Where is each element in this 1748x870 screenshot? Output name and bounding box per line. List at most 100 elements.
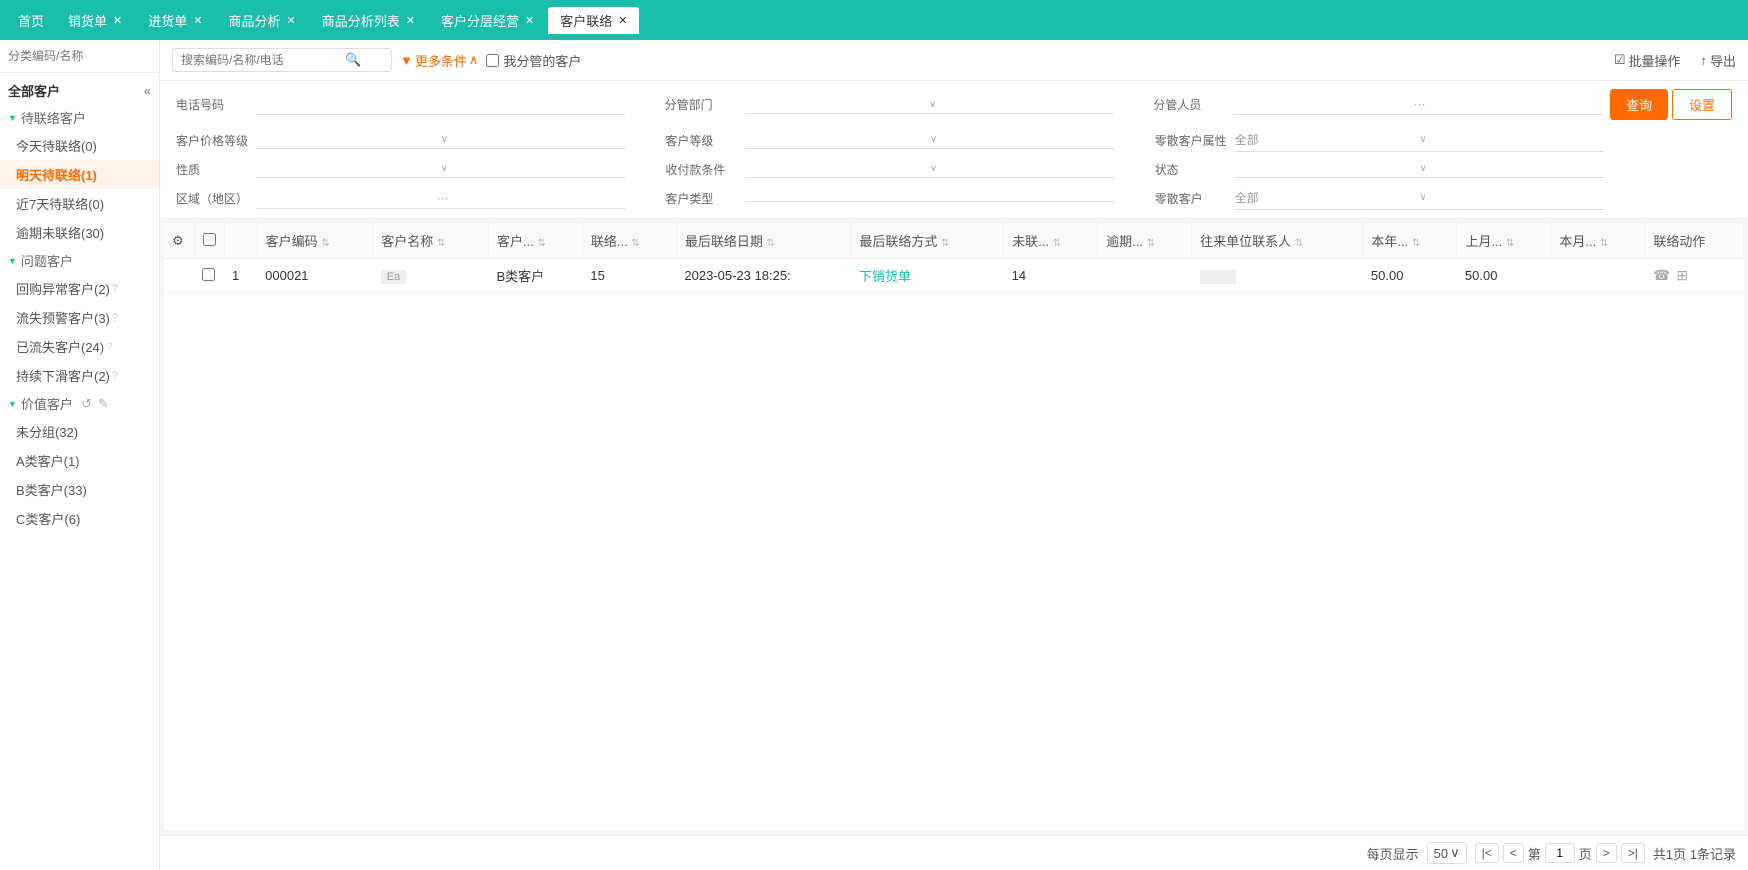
help-icon-repurchase[interactable]: ? <box>112 283 118 295</box>
col-name[interactable]: 客户名称 ⇅ <box>373 223 489 259</box>
select-all-checkbox[interactable] <box>203 233 216 246</box>
more-conditions-btn[interactable]: ▼ 更多条件 ∧ <box>400 51 478 70</box>
nav-tab-customer-contact[interactable]: 客户联络 ✕ <box>548 7 639 34</box>
help-icon-churned[interactable]: ? <box>106 341 112 353</box>
filter-status-select[interactable]: ∨ <box>1235 160 1604 178</box>
filter-retail-attr-select[interactable]: 全部 ∨ <box>1235 128 1604 152</box>
next-page-btn[interactable]: > <box>1596 843 1617 863</box>
close-tab-analysis-icon[interactable]: ✕ <box>287 14 296 27</box>
cell-checkbox[interactable] <box>194 259 224 293</box>
sidebar-group-value[interactable]: 价值客户 ↺ ✎ <box>0 390 159 417</box>
cell-contacts <box>1192 259 1363 293</box>
col-this-year[interactable]: 本年... ⇅ <box>1363 223 1457 259</box>
filter-dept-select[interactable]: ∨ <box>745 96 1114 114</box>
action-phone-icon[interactable]: ☎ <box>1653 267 1670 284</box>
batch-op-btn[interactable]: ☑ 批量操作 <box>1614 51 1681 70</box>
sidebar-item-churned[interactable]: 已流失客户(24) ? <box>0 332 159 361</box>
col-code[interactable]: 客户编码 ⇅ <box>257 223 373 259</box>
data-table: ⚙ 客户编码 ⇅ 客户名称 ⇅ 客户... ⇅ 联络... ⇅ 最后联络日期 ⇅… <box>164 223 1744 293</box>
sidebar-item-tomorrow[interactable]: 明天待联络(1) <box>0 160 159 189</box>
my-customers-checkbox[interactable] <box>486 54 499 67</box>
top-navigation: 首页 销货单 ✕ 进货单 ✕ 商品分析 ✕ 商品分析列表 ✕ 客户分层经营 ✕ … <box>0 0 1748 40</box>
col-settings[interactable]: ⚙ <box>164 223 194 259</box>
sidebar-item-declining[interactable]: 持续下滑客户(2) ? <box>0 361 159 390</box>
chevron-down-icon2: ∨ <box>441 134 626 145</box>
nav-home[interactable]: 首页 <box>8 7 54 34</box>
filter-retail-customer: 零散客户 全部 ∨ <box>1155 186 1612 210</box>
sidebar-item-repurchase-abnormal[interactable]: 回购异常客户(2) ? <box>0 274 159 303</box>
content-area: 🔍 ▼ 更多条件 ∧ 我分管的客户 ☑ 批量操作 ↑ 导出 <box>160 40 1748 870</box>
query-button[interactable]: 查询 <box>1610 89 1668 120</box>
cell-type: B类客户 <box>488 259 582 293</box>
close-tab-list-icon[interactable]: ✕ <box>406 14 415 27</box>
filter-customer-level-select[interactable]: ∨ <box>745 131 1114 149</box>
sidebar-item-today[interactable]: 今天待联络(0) <box>0 131 159 160</box>
filter-nature-select[interactable]: ∨ <box>256 160 625 178</box>
nav-tab-purchase[interactable]: 进货单 ✕ <box>136 7 214 34</box>
refresh-icon[interactable]: ↺ <box>81 396 92 412</box>
cell-uncontacted: 14 <box>1004 259 1098 293</box>
filter-region-select[interactable]: ··· <box>256 188 625 209</box>
col-this-month[interactable]: 本月... ⇅ <box>1551 223 1645 259</box>
sidebar-collapse-icon[interactable]: « <box>144 83 151 98</box>
prev-page-btn[interactable]: < <box>1503 843 1524 863</box>
search-icon[interactable]: 🔍 <box>345 52 361 68</box>
sidebar-item-churn-warning[interactable]: 流失预警客户(3) ? <box>0 303 159 332</box>
close-tab-layer-icon[interactable]: ✕ <box>525 14 534 27</box>
page-number-input[interactable] <box>1545 843 1575 863</box>
sidebar-item-b-class[interactable]: B类客户(33) <box>0 475 159 504</box>
sidebar-item-overdue[interactable]: 逾期未联络(30) <box>0 218 159 247</box>
filter-payment-select[interactable]: ∨ <box>745 160 1114 178</box>
sidebar-group-pending[interactable]: 待联络客户 <box>0 104 159 131</box>
filter-person: 分管人员 ··· <box>1153 94 1610 115</box>
sidebar-group-problem[interactable]: 问题客户 <box>0 247 159 274</box>
edit-icon[interactable]: ✎ <box>98 396 109 412</box>
my-customers-checkbox-wrap[interactable]: 我分管的客户 <box>486 51 581 70</box>
nav-tab-product-analysis[interactable]: 商品分析 ✕ <box>216 7 307 34</box>
close-tab-sales-icon[interactable]: ✕ <box>113 14 122 27</box>
help-icon-declining[interactable]: ? <box>112 370 118 382</box>
filter-person-select[interactable]: ··· <box>1233 94 1602 115</box>
col-type[interactable]: 客户... ⇅ <box>488 223 582 259</box>
col-last-date[interactable]: 最后联络日期 ⇅ <box>676 223 851 259</box>
more-icon2[interactable]: ··· <box>437 191 618 205</box>
per-page-select[interactable]: 50 ∨ <box>1427 842 1467 864</box>
sidebar-item-7days[interactable]: 近7天待联络(0) <box>0 189 159 218</box>
filter-retail-customer-select[interactable]: 全部 ∨ <box>1235 186 1604 210</box>
col-last-month[interactable]: 上月... ⇅ <box>1457 223 1551 259</box>
filter-region: 区域（地区） ··· <box>176 188 633 209</box>
more-icon[interactable]: ··· <box>1414 97 1594 111</box>
col-contact[interactable]: 联络... ⇅ <box>582 223 676 259</box>
filter-dept: 分管部门 ∨ <box>665 96 1122 114</box>
action-grid-icon[interactable]: ⊞ <box>1676 267 1688 284</box>
filter-price-level-select[interactable]: ∨ <box>256 131 625 149</box>
last-page-btn[interactable]: >| <box>1621 843 1645 863</box>
sidebar-search-input[interactable] <box>8 49 160 63</box>
checkbox-icon: ☑ <box>1614 52 1626 68</box>
sidebar-item-a-class[interactable]: A类客户(1) <box>0 446 159 475</box>
filter-customer-type-select[interactable] <box>745 195 1114 202</box>
help-icon-churn-warning[interactable]: ? <box>112 312 118 324</box>
table-row: 1 000021 Ea B类客户 15 2023-05-23 18:25: 下销… <box>164 259 1744 293</box>
total-records: 共1页 1条记录 <box>1653 844 1736 863</box>
sidebar-item-ungroup[interactable]: 未分组(32) <box>0 417 159 446</box>
first-page-btn[interactable]: |< <box>1475 843 1499 863</box>
filter-phone-input[interactable] <box>256 94 625 115</box>
cell-this-month <box>1551 259 1645 293</box>
reset-button[interactable]: 设置 <box>1672 89 1732 120</box>
col-uncontacted[interactable]: 未联... ⇅ <box>1004 223 1098 259</box>
cell-this-year: 50.00 <box>1363 259 1457 293</box>
col-checkbox[interactable] <box>194 223 224 259</box>
close-tab-purchase-icon[interactable]: ✕ <box>193 14 202 27</box>
nav-tab-sales[interactable]: 销货单 ✕ <box>56 7 134 34</box>
close-tab-contact-icon[interactable]: ✕ <box>618 14 627 27</box>
col-overdue[interactable]: 逾期... ⇅ <box>1098 223 1192 259</box>
filter-region-label: 区域（地区） <box>176 190 256 207</box>
col-contacts[interactable]: 往来单位联系人 ⇅ <box>1192 223 1363 259</box>
col-last-method[interactable]: 最后联络方式 ⇅ <box>851 223 1004 259</box>
nav-tab-product-list[interactable]: 商品分析列表 ✕ <box>310 7 427 34</box>
sidebar-item-c-class[interactable]: C类客户(6) <box>0 504 159 533</box>
search-input[interactable] <box>181 53 341 67</box>
nav-tab-customer-layer[interactable]: 客户分层经营 ✕ <box>429 7 546 34</box>
export-btn[interactable]: ↑ 导出 <box>1700 51 1736 70</box>
